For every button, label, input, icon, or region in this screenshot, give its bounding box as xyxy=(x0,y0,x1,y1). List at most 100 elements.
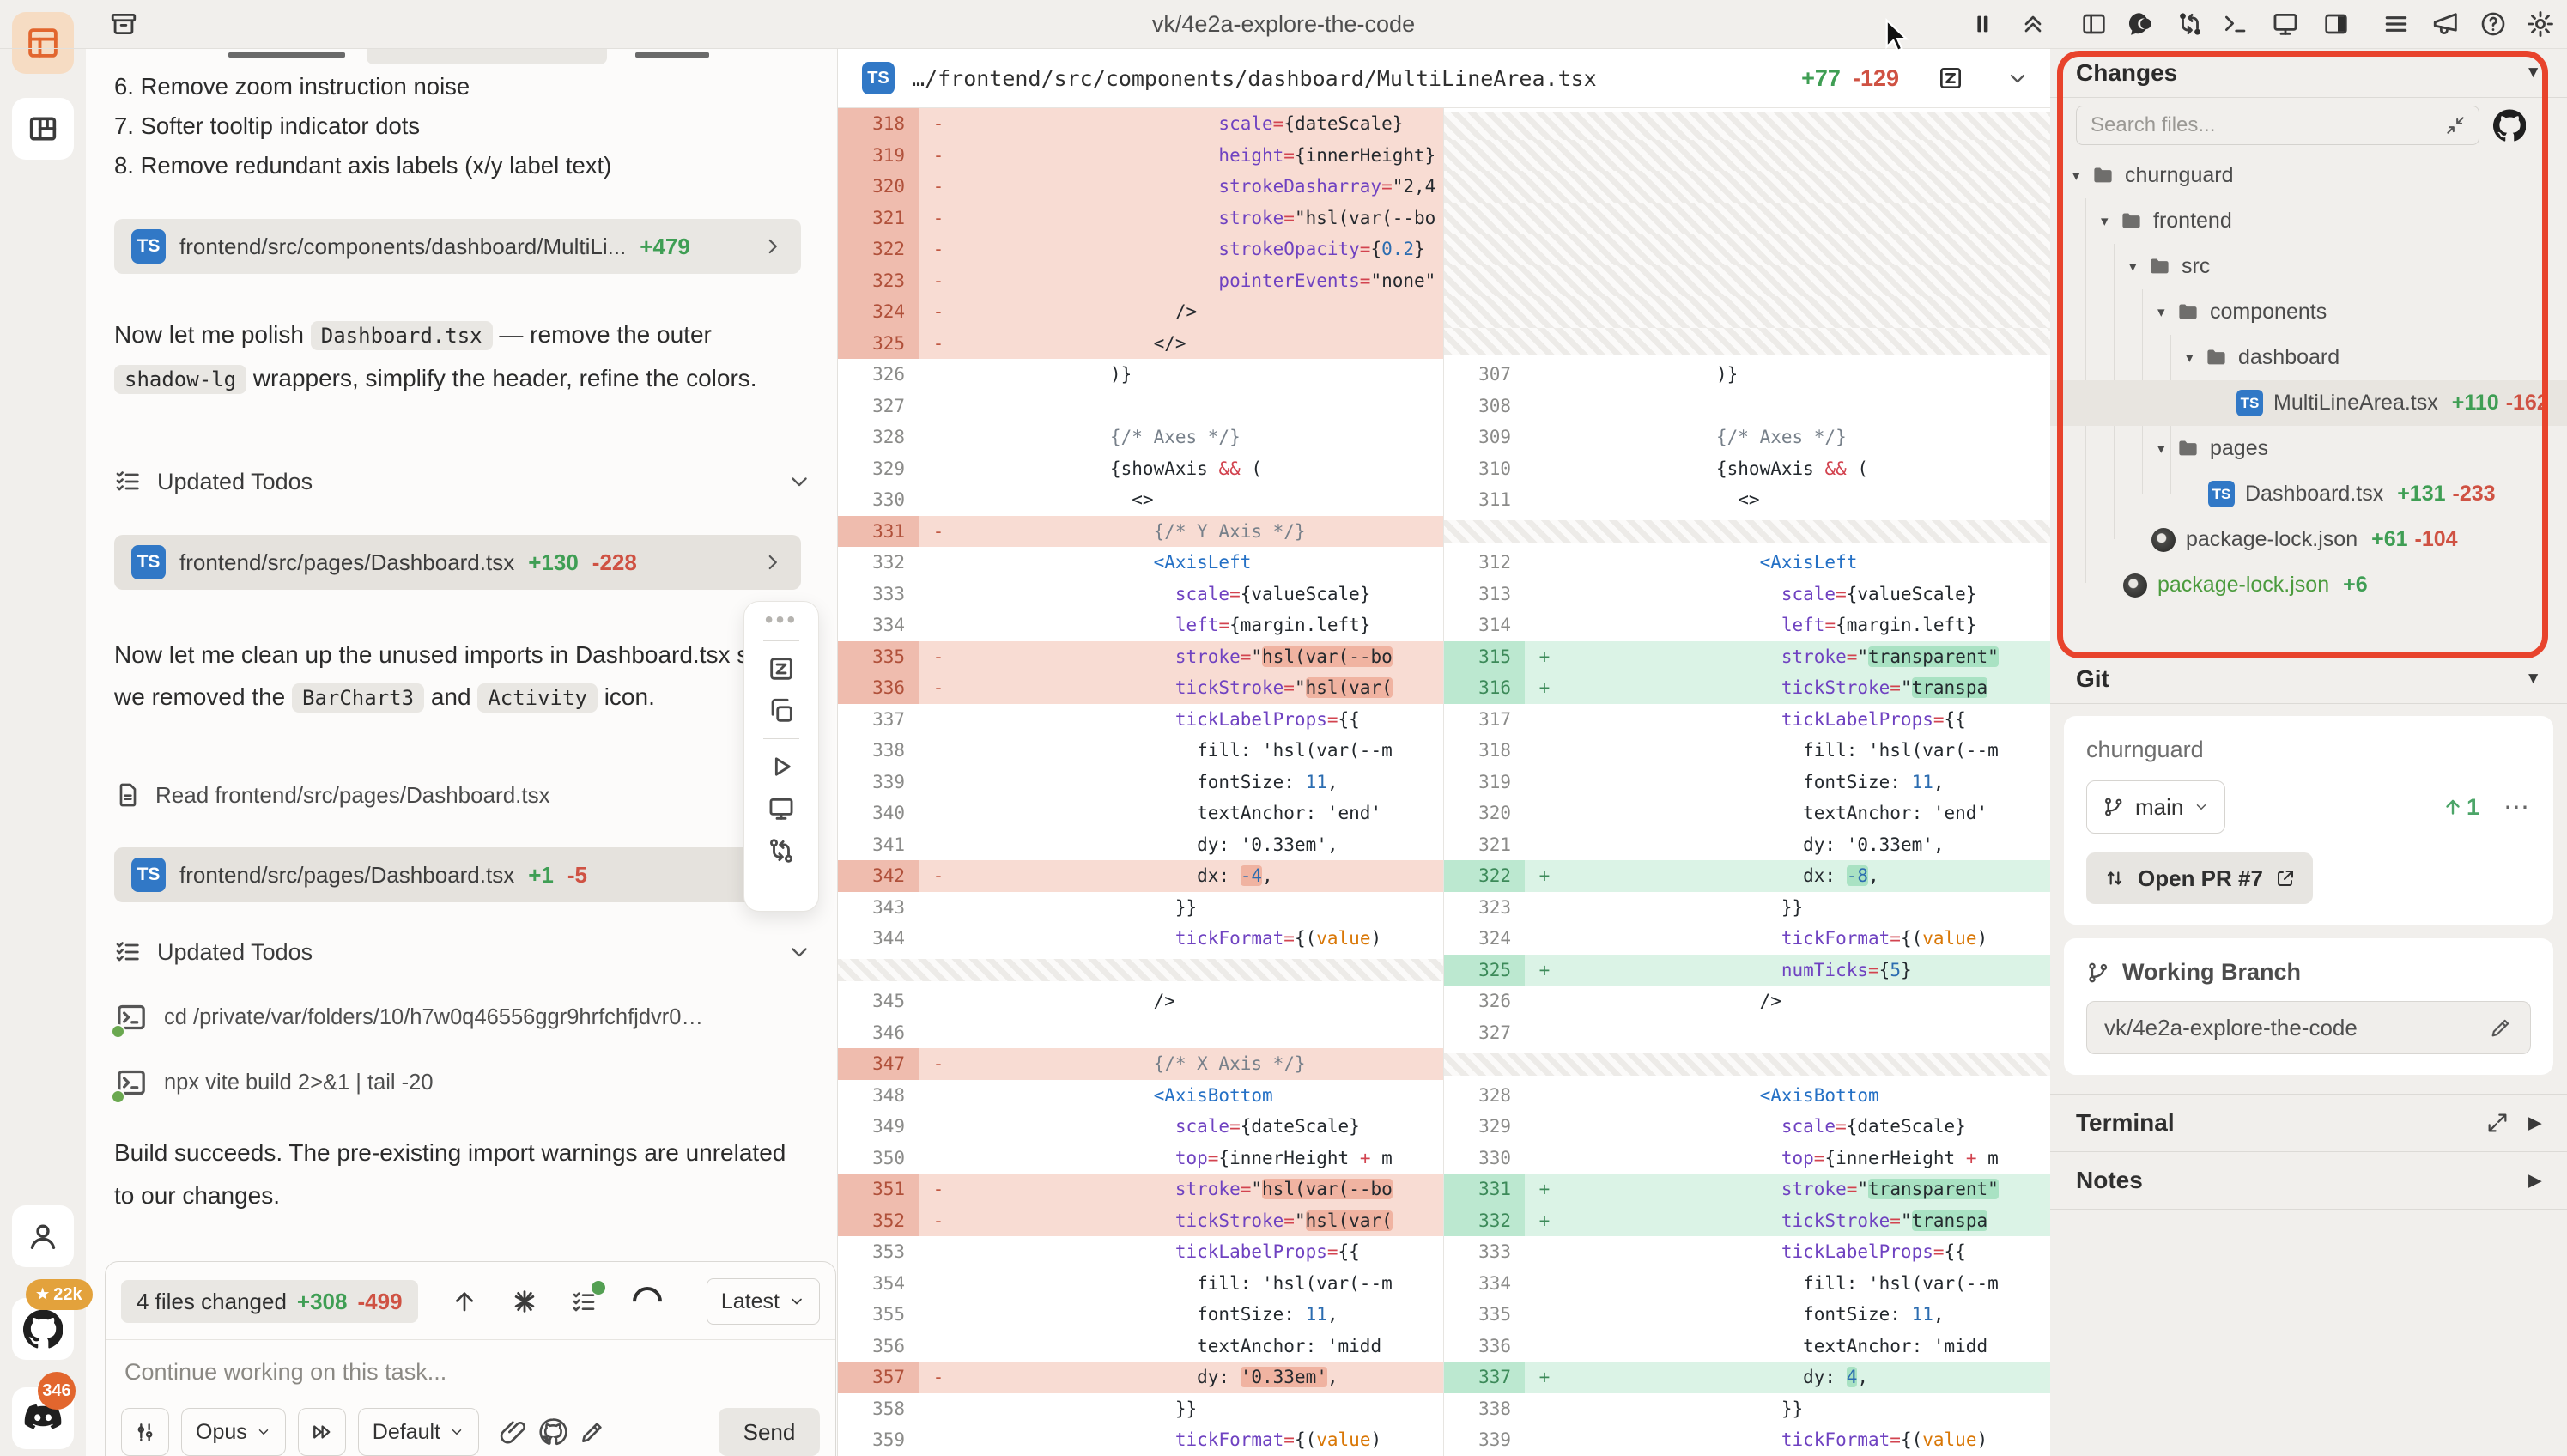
monitor-icon[interactable] xyxy=(767,794,796,823)
inline-code-chip: Dashboard.tsx xyxy=(311,321,493,350)
rail-board-tab[interactable] xyxy=(12,98,74,160)
diff-header: TS …/frontend/src/components/dashboard/M… xyxy=(838,49,2050,108)
file-tree-row[interactable]: ▾dashboard xyxy=(2050,335,2567,380)
line-number: 329 xyxy=(838,453,919,485)
pause-button[interactable] xyxy=(1967,9,1998,39)
diff-line: 325- </> xyxy=(838,328,1443,360)
panel-left-icon[interactable] xyxy=(2078,9,2109,39)
text-segment: — remove the outer xyxy=(493,321,712,348)
terminal-icon[interactable] xyxy=(2220,9,2251,39)
clipped-text xyxy=(228,52,345,58)
files-changed-pill[interactable]: 4 files changed +308 -499 xyxy=(121,1280,418,1323)
diff-sign xyxy=(1525,391,1564,422)
line-number: 333 xyxy=(838,579,919,610)
diff-line: 346 xyxy=(838,1017,1443,1049)
menu-icon[interactable] xyxy=(2381,9,2412,39)
file-tree-row[interactable]: TSDashboard.tsx+131-233 xyxy=(2050,471,2567,517)
file-tree-row[interactable]: ▾components xyxy=(2050,289,2567,335)
code-text: dy: '0.33em', xyxy=(958,1362,1443,1393)
file-tree-row[interactable]: ▾ pages xyxy=(2050,426,2567,471)
megaphone-icon[interactable] xyxy=(2430,9,2461,39)
chat-bubble-icon[interactable] xyxy=(2124,9,2155,39)
line-number: 341 xyxy=(838,829,919,861)
git-compare-icon[interactable] xyxy=(2175,9,2206,39)
line-number: 339 xyxy=(838,767,919,798)
file-tree-row[interactable]: ▾frontend xyxy=(2050,198,2567,244)
diff-view-icon[interactable] xyxy=(767,654,796,683)
rail-profile-button[interactable] xyxy=(12,1205,74,1267)
file-change-chip[interactable]: TS frontend/src/pages/Dashboard.tsx +1 -… xyxy=(114,847,801,902)
diff-line: 353 tickLabelProps={{ xyxy=(838,1236,1443,1268)
collapse-chevron-icon[interactable] xyxy=(2006,66,2030,90)
working-branch-field[interactable]: vk/4e2a-explore-the-code xyxy=(2086,1001,2531,1054)
monitor-icon[interactable] xyxy=(2270,9,2301,39)
shrink-icon[interactable] xyxy=(2444,114,2467,136)
file-name: pages xyxy=(2210,436,2268,461)
search-files-input[interactable]: Search files... xyxy=(2076,106,2479,145)
file-tree-row[interactable]: package-lock.json +6 xyxy=(2050,562,2567,608)
diff-mode-icon[interactable] xyxy=(1937,64,1964,92)
mode-dropdown[interactable]: Default xyxy=(358,1408,479,1456)
fast-forward-button[interactable] xyxy=(298,1408,346,1456)
changes-section-header[interactable]: Changes ▼ xyxy=(2050,49,2567,97)
more-options-button[interactable]: ⋯ xyxy=(2503,792,2531,822)
settings-sliders-button[interactable] xyxy=(121,1408,169,1456)
git-compare-icon[interactable] xyxy=(767,836,796,865)
line-number: 343 xyxy=(838,892,919,924)
file-tree-row[interactable]: package-lock.json+61-104 xyxy=(2050,517,2567,562)
help-icon[interactable] xyxy=(2478,9,2509,39)
branch-dropdown[interactable]: main xyxy=(2086,780,2225,834)
file-change-chip[interactable]: TS frontend/src/pages/Dashboard.tsx +130… xyxy=(114,535,801,590)
terminal-command-row[interactable]: npx vite build 2>&1 | tail -20 xyxy=(114,1065,811,1100)
open-pr-button[interactable]: Open PR #7 xyxy=(2086,852,2313,904)
file-name: package-lock.json xyxy=(2157,573,2329,598)
model-dropdown[interactable]: Opus xyxy=(181,1408,286,1456)
code-text: {showAxis && ( xyxy=(958,453,1443,485)
pen-icon[interactable] xyxy=(579,1418,606,1446)
drag-handle-dots[interactable]: ••• xyxy=(765,612,798,628)
message-input[interactable]: Continue working on this task... xyxy=(124,1359,816,1386)
file-tree-row[interactable]: ▾src xyxy=(2050,244,2567,289)
attach-paperclip-icon[interactable] xyxy=(500,1418,527,1446)
diff-line: 317 tickLabelProps={{ xyxy=(1444,704,2050,736)
code-text: textAnchor: 'midd xyxy=(1564,1331,2050,1362)
burst-icon[interactable] xyxy=(511,1288,538,1315)
git-section-header[interactable]: Git ▼ xyxy=(2050,655,2567,703)
copy-icon[interactable] xyxy=(767,696,796,725)
removed-count: -233 xyxy=(2453,482,2496,507)
send-button[interactable]: Send xyxy=(719,1408,820,1456)
diff-sign xyxy=(1525,547,1564,579)
todos-status-icon[interactable] xyxy=(571,1288,598,1315)
diff-sign: + xyxy=(1525,1174,1564,1205)
terminal-command-row[interactable]: cd /private/var/folders/10/h7w0q46556ggr… xyxy=(114,1000,811,1034)
github-icon[interactable] xyxy=(539,1418,567,1446)
collapse-up-icon[interactable] xyxy=(2018,9,2048,39)
panel-right-icon[interactable] xyxy=(2321,9,2352,39)
updated-todos-row[interactable]: Updated Todos xyxy=(114,468,811,495)
file-change-chip[interactable]: TS frontend/src/components/dashboard/Mul… xyxy=(114,219,801,274)
diff-sign xyxy=(919,1424,958,1456)
code-text: stroke="transparent" xyxy=(1564,641,2050,673)
diff-line: 326 )} xyxy=(838,359,1443,391)
version-dropdown[interactable]: Latest xyxy=(707,1278,820,1325)
scroll-up-button[interactable] xyxy=(451,1288,478,1315)
expand-icon[interactable] xyxy=(2485,1111,2509,1135)
terminal-chip-icon xyxy=(114,1065,149,1100)
file-tree-row[interactable]: ▾churnguard xyxy=(2050,153,2567,198)
read-file-row[interactable]: Read frontend/src/pages/Dashboard.tsx xyxy=(114,781,811,809)
github-icon[interactable] xyxy=(2493,109,2526,142)
diff-line: 350 top={innerHeight + m xyxy=(838,1143,1443,1174)
settings-gear-icon[interactable] xyxy=(2525,9,2556,39)
file-tree-row[interactable]: TSMultiLineArea.tsx+110-162 xyxy=(2050,380,2567,426)
edit-pencil-icon[interactable] xyxy=(2489,1016,2513,1040)
diff-sign: - xyxy=(919,672,958,704)
updated-todos-row[interactable]: Updated Todos xyxy=(114,938,811,966)
play-icon[interactable] xyxy=(767,752,796,781)
diff-sign xyxy=(919,1111,958,1143)
added-count: +6 xyxy=(2343,573,2368,598)
triangle-down-icon: ▾ xyxy=(2157,440,2176,458)
chevron-right-icon xyxy=(762,235,784,258)
terminal-section-header[interactable]: Terminal ▶ xyxy=(2050,1095,2567,1151)
notes-section-header[interactable]: Notes ▶ xyxy=(2050,1152,2567,1209)
archive-icon[interactable] xyxy=(108,9,139,39)
